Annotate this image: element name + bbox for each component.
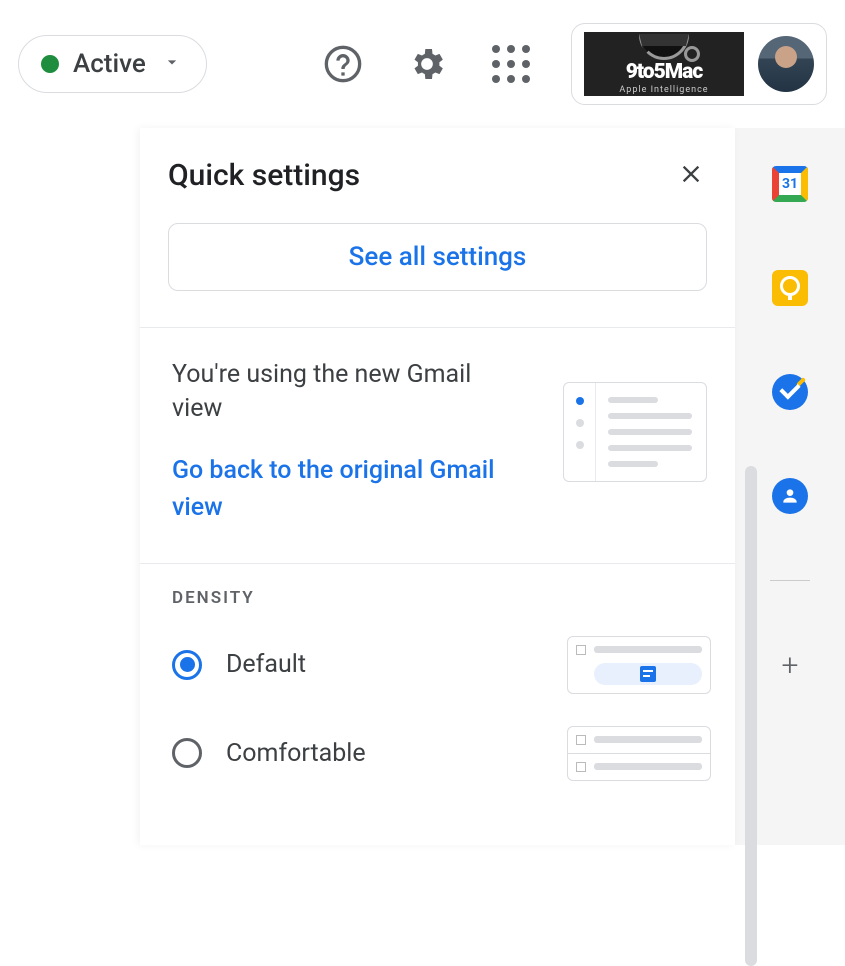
see-all-settings-button[interactable]: See all settings — [168, 223, 707, 291]
view-thumbnail — [563, 382, 707, 482]
apps-grid-icon — [492, 45, 530, 83]
radio-unselected-icon — [172, 738, 202, 768]
status-chip[interactable]: Active — [18, 35, 207, 93]
top-bar: Active 9to5Mac Apple Intelligence — [0, 0, 845, 128]
rail-divider — [770, 580, 810, 581]
tasks-button[interactable] — [770, 372, 810, 412]
close-icon — [677, 160, 705, 188]
help-icon — [323, 44, 363, 84]
keep-button[interactable] — [770, 268, 810, 308]
chevron-down-icon — [162, 52, 182, 76]
apps-button[interactable] — [487, 40, 535, 88]
settings-button[interactable] — [403, 40, 451, 88]
help-button[interactable] — [319, 40, 367, 88]
density-option-label: Default — [226, 650, 543, 679]
calendar-button[interactable]: 31 — [770, 164, 810, 204]
view-section: You're using the new Gmail view Go back … — [140, 328, 735, 563]
status-label: Active — [73, 49, 146, 79]
calendar-icon: 31 — [772, 166, 808, 202]
panel-title: Quick settings — [168, 158, 360, 193]
contacts-button[interactable] — [770, 476, 810, 516]
density-option-label: Comfortable — [226, 739, 543, 768]
scrollbar[interactable] — [745, 466, 757, 966]
account-box[interactable]: 9to5Mac Apple Intelligence — [571, 23, 827, 105]
avatar[interactable] — [758, 36, 814, 92]
original-view-link[interactable]: Go back to the original Gmail view — [172, 452, 527, 527]
keep-icon — [772, 270, 808, 306]
gear-icon — [407, 44, 447, 84]
density-section-label: DENSITY — [140, 564, 735, 628]
quick-settings-panel: Quick settings See all settings You're u… — [140, 128, 735, 845]
brand-image: 9to5Mac Apple Intelligence — [584, 32, 744, 96]
panel-header: Quick settings — [140, 128, 735, 213]
density-default-thumbnail — [567, 636, 711, 694]
status-active-dot-icon — [41, 55, 59, 73]
brand-text: 9to5Mac — [626, 60, 703, 84]
document-icon — [640, 666, 656, 682]
radio-selected-icon — [172, 650, 202, 680]
view-message: You're using the new Gmail view — [172, 358, 527, 426]
contacts-icon — [772, 478, 808, 514]
plus-icon: + — [782, 648, 799, 683]
density-option-comfortable[interactable]: Comfortable — [140, 718, 735, 789]
add-app-button[interactable]: + — [770, 645, 810, 685]
density-comfortable-thumbnail — [567, 726, 711, 781]
tasks-icon — [772, 374, 808, 410]
density-option-default[interactable]: Default — [140, 628, 735, 702]
brand-subtext: Apple Intelligence — [619, 85, 708, 95]
coffee-cup-icon — [639, 34, 689, 60]
close-button[interactable] — [677, 160, 705, 192]
